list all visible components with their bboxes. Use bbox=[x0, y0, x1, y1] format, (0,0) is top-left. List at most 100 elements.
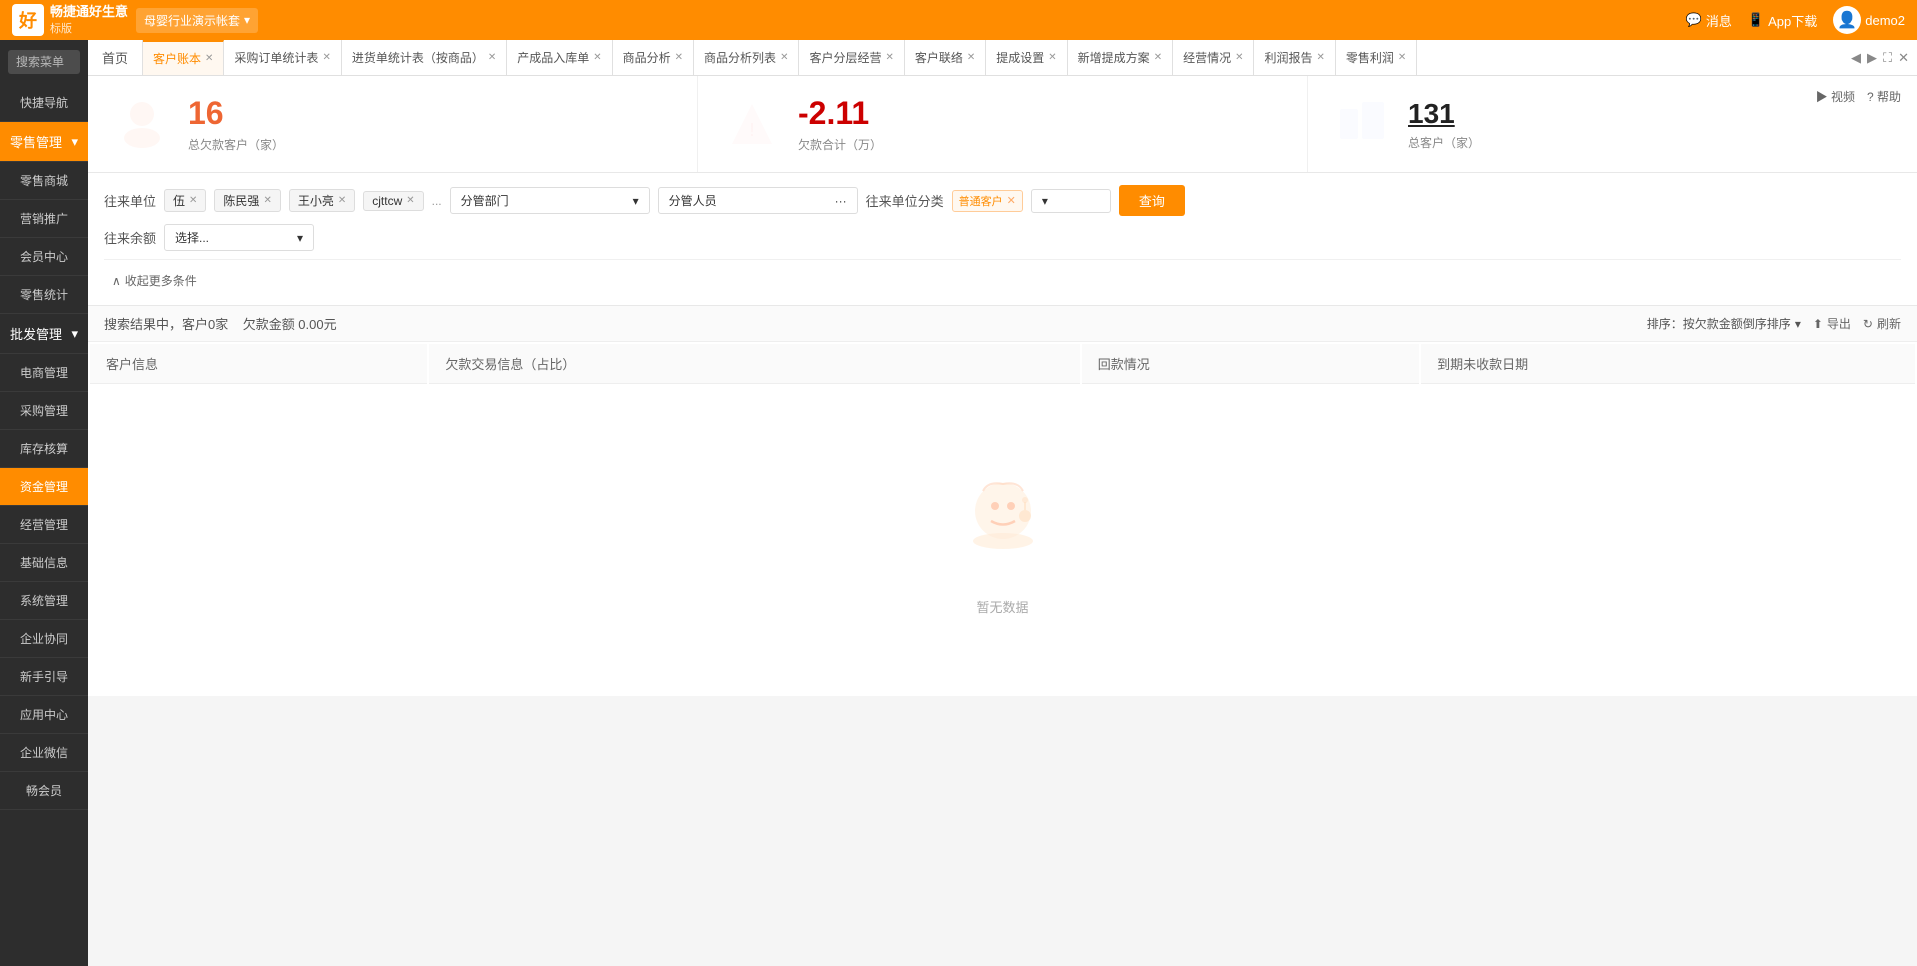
tab-prev-icon[interactable]: ◀ bbox=[1851, 50, 1861, 66]
logo-sub: 标版 bbox=[50, 20, 128, 36]
filter-tag-chen-remove[interactable]: ✕ bbox=[263, 195, 271, 206]
export-label: 导出 bbox=[1827, 315, 1851, 332]
sidebar-item-retail-stats[interactable]: 零售统计 bbox=[0, 276, 88, 314]
tab-purchase-order-stats-label: 采购订单统计表 bbox=[234, 49, 318, 66]
messages-button[interactable]: 💬 消息 bbox=[1686, 11, 1732, 30]
filter-tag-cjttcw-label: cjttcw bbox=[372, 194, 402, 208]
tab-product-analysis[interactable]: 商品分析 ✕ bbox=[613, 40, 694, 76]
sidebar-item-basic-info[interactable]: 基础信息 bbox=[0, 544, 88, 582]
stat-total-clients-info: 131 总客户（家） bbox=[1408, 98, 1480, 151]
tab-new-commission-plan-label: 新增提成方案 bbox=[1078, 49, 1150, 66]
tab-commission-settings[interactable]: 提成设置 ✕ bbox=[986, 40, 1067, 76]
tab-purchase-order-stats[interactable]: 采购订单统计表 ✕ bbox=[224, 40, 341, 76]
tab-product-analysis-list[interactable]: 商品分析列表 ✕ bbox=[694, 40, 799, 76]
sidebar-item-purchase-mgmt[interactable]: 采购管理 bbox=[0, 392, 88, 430]
tab-home[interactable]: 首页 bbox=[88, 40, 143, 76]
video-help-button[interactable]: ▶ 视频 bbox=[1816, 88, 1855, 105]
dept-select-arrow: ▾ bbox=[633, 194, 639, 208]
tab-purchase-order-stats-close[interactable]: ✕ bbox=[322, 52, 330, 63]
sidebar-item-enterprise-wechat[interactable]: 企业微信 bbox=[0, 734, 88, 772]
filter-tag-cjttcw-remove[interactable]: ✕ bbox=[406, 195, 414, 206]
stat-total-clients-value: 131 bbox=[1408, 98, 1480, 130]
tab-maximize-icon[interactable]: ⛶ bbox=[1883, 50, 1892, 66]
unit-filter-label: 往来单位 bbox=[104, 191, 156, 210]
tab-product-analysis-close[interactable]: ✕ bbox=[675, 52, 683, 63]
tab-customer-contact[interactable]: 客户联络 ✕ bbox=[905, 40, 986, 76]
stat-card-actions: ▶ 视频 ? 帮助 bbox=[1816, 88, 1901, 105]
filter-tag-wang-remove[interactable]: ✕ bbox=[338, 195, 346, 206]
person-select[interactable]: 分管人员 ··· bbox=[658, 187, 858, 214]
tab-production-inbound[interactable]: 产成品入库单 ✕ bbox=[507, 40, 612, 76]
message-icon: 💬 bbox=[1686, 12, 1702, 28]
company-selector[interactable]: 母婴行业演示帐套 ▾ bbox=[136, 8, 258, 33]
collapse-button[interactable]: ∧ 收起更多条件 bbox=[104, 268, 1901, 293]
filter-tag-wang: 王小亮 ✕ bbox=[289, 189, 355, 212]
sidebar-item-marketing[interactable]: 营销推广 bbox=[0, 200, 88, 238]
tab-product-analysis-list-close[interactable]: ✕ bbox=[780, 52, 788, 63]
sidebar-item-enterprise-collab[interactable]: 企业协同 bbox=[0, 620, 88, 658]
table-header-row: 客户信息 欠款交易信息（占比） 回款情况 到期未收款日期 bbox=[90, 344, 1915, 384]
tab-customer-segmentation[interactable]: 客户分层经营 ✕ bbox=[799, 40, 904, 76]
filter-tag-wu-remove[interactable]: ✕ bbox=[189, 195, 197, 206]
dept-select[interactable]: 分管部门 ▾ bbox=[450, 187, 650, 214]
tab-operations-close[interactable]: ✕ bbox=[1235, 52, 1243, 63]
customer-type-tag: 普通客户 ✕ bbox=[952, 190, 1023, 212]
tab-operations[interactable]: 经营情况 ✕ bbox=[1173, 40, 1254, 76]
help-button[interactable]: ? 帮助 bbox=[1867, 88, 1901, 105]
tab-close-all-icon[interactable]: ✕ bbox=[1898, 50, 1909, 66]
export-button[interactable]: ⬆ 导出 bbox=[1813, 315, 1851, 332]
empty-text: 暂无数据 bbox=[976, 597, 1028, 616]
tab-new-commission-plan[interactable]: 新增提成方案 ✕ bbox=[1068, 40, 1173, 76]
tab-inbound-stats-close[interactable]: ✕ bbox=[488, 52, 496, 63]
user-avatar-button[interactable]: 👤 demo2 bbox=[1833, 6, 1905, 34]
tab-retail-profit-close[interactable]: ✕ bbox=[1398, 52, 1406, 63]
tab-profit-report-close[interactable]: ✕ bbox=[1317, 52, 1325, 63]
tab-customer-ledger-close[interactable]: ✕ bbox=[205, 53, 213, 64]
app-download-button[interactable]: 📱 App下载 bbox=[1748, 11, 1817, 30]
tab-customer-ledger[interactable]: 客户账本 ✕ bbox=[143, 40, 224, 76]
sort-select[interactable]: 排序：按欠款金额倒序排序 ▾ bbox=[1647, 315, 1801, 332]
app-icon: 📱 bbox=[1748, 12, 1764, 28]
sidebar-item-app-center[interactable]: 应用中心 bbox=[0, 696, 88, 734]
sort-arrow-icon: ▾ bbox=[1795, 317, 1801, 331]
sidebar-item-system-mgmt[interactable]: 系统管理 bbox=[0, 582, 88, 620]
collapse-area: ∧ 收起更多条件 bbox=[104, 259, 1901, 293]
help-icon: ? bbox=[1867, 90, 1874, 104]
remaining-placeholder: 选择... bbox=[175, 229, 209, 246]
tab-new-commission-plan-close[interactable]: ✕ bbox=[1154, 52, 1162, 63]
tab-next-icon[interactable]: ▶ bbox=[1867, 50, 1877, 66]
tab-retail-profit[interactable]: 零售利润 ✕ bbox=[1336, 40, 1417, 76]
empty-state: 暂无数据 bbox=[88, 386, 1917, 696]
unit-type-select[interactable]: ▾ bbox=[1031, 189, 1111, 213]
sidebar-item-member-center[interactable]: 会员中心 bbox=[0, 238, 88, 276]
result-bar: 搜索结果中，客户0家 欠款金额 0.00元 排序：按欠款金额倒序排序 ▾ ⬆ 导… bbox=[88, 306, 1917, 342]
table-header: 客户信息 欠款交易信息（占比） 回款情况 到期未收款日期 bbox=[90, 344, 1915, 384]
remaining-select[interactable]: 选择... ▾ bbox=[164, 224, 314, 251]
tab-profit-report[interactable]: 利润报告 ✕ bbox=[1254, 40, 1335, 76]
tab-customer-contact-close[interactable]: ✕ bbox=[967, 52, 975, 63]
refresh-button[interactable]: ↻ 刷新 bbox=[1863, 315, 1901, 332]
sidebar-item-retail-mall[interactable]: 零售商城 bbox=[0, 162, 88, 200]
sidebar-item-quick-nav[interactable]: 快捷导航 bbox=[0, 84, 88, 122]
tab-commission-settings-close[interactable]: ✕ bbox=[1048, 52, 1056, 63]
query-button[interactable]: 查询 bbox=[1119, 185, 1185, 216]
sidebar-item-newbie-guide[interactable]: 新手引导 bbox=[0, 658, 88, 696]
search-input[interactable] bbox=[8, 50, 80, 74]
more-tags-button[interactable]: ... bbox=[432, 194, 442, 208]
sidebar-item-finance[interactable]: 资金管理 bbox=[0, 468, 88, 506]
sidebar-item-retail-mgmt[interactable]: 零售管理 ▾ bbox=[0, 122, 88, 162]
customer-type-remove[interactable]: ✕ bbox=[1007, 194, 1016, 207]
sidebar-item-ecommerce[interactable]: 电商管理 bbox=[0, 354, 88, 392]
sidebar-item-wholesale-mgmt[interactable]: 批发管理 ▾ bbox=[0, 314, 88, 354]
person-select-arrow: ··· bbox=[835, 194, 847, 208]
sidebar-item-inventory[interactable]: 库存核算 bbox=[0, 430, 88, 468]
sidebar-enterprise-collab-label: 企业协同 bbox=[20, 632, 68, 646]
top-bar-right: 💬 消息 📱 App下载 👤 demo2 bbox=[1686, 6, 1905, 34]
tab-customer-segmentation-close[interactable]: ✕ bbox=[885, 52, 893, 63]
tab-bar: 首页 客户账本 ✕ 采购订单统计表 ✕ 进货单统计表（按商品） ✕ bbox=[88, 40, 1917, 76]
app-download-label: App下载 bbox=[1768, 11, 1817, 30]
tab-inbound-stats[interactable]: 进货单统计表（按商品） ✕ bbox=[342, 40, 507, 76]
sidebar-item-operations[interactable]: 经营管理 bbox=[0, 506, 88, 544]
sidebar-item-changhui[interactable]: 畅会员 bbox=[0, 772, 88, 810]
tab-production-inbound-close[interactable]: ✕ bbox=[593, 52, 601, 63]
